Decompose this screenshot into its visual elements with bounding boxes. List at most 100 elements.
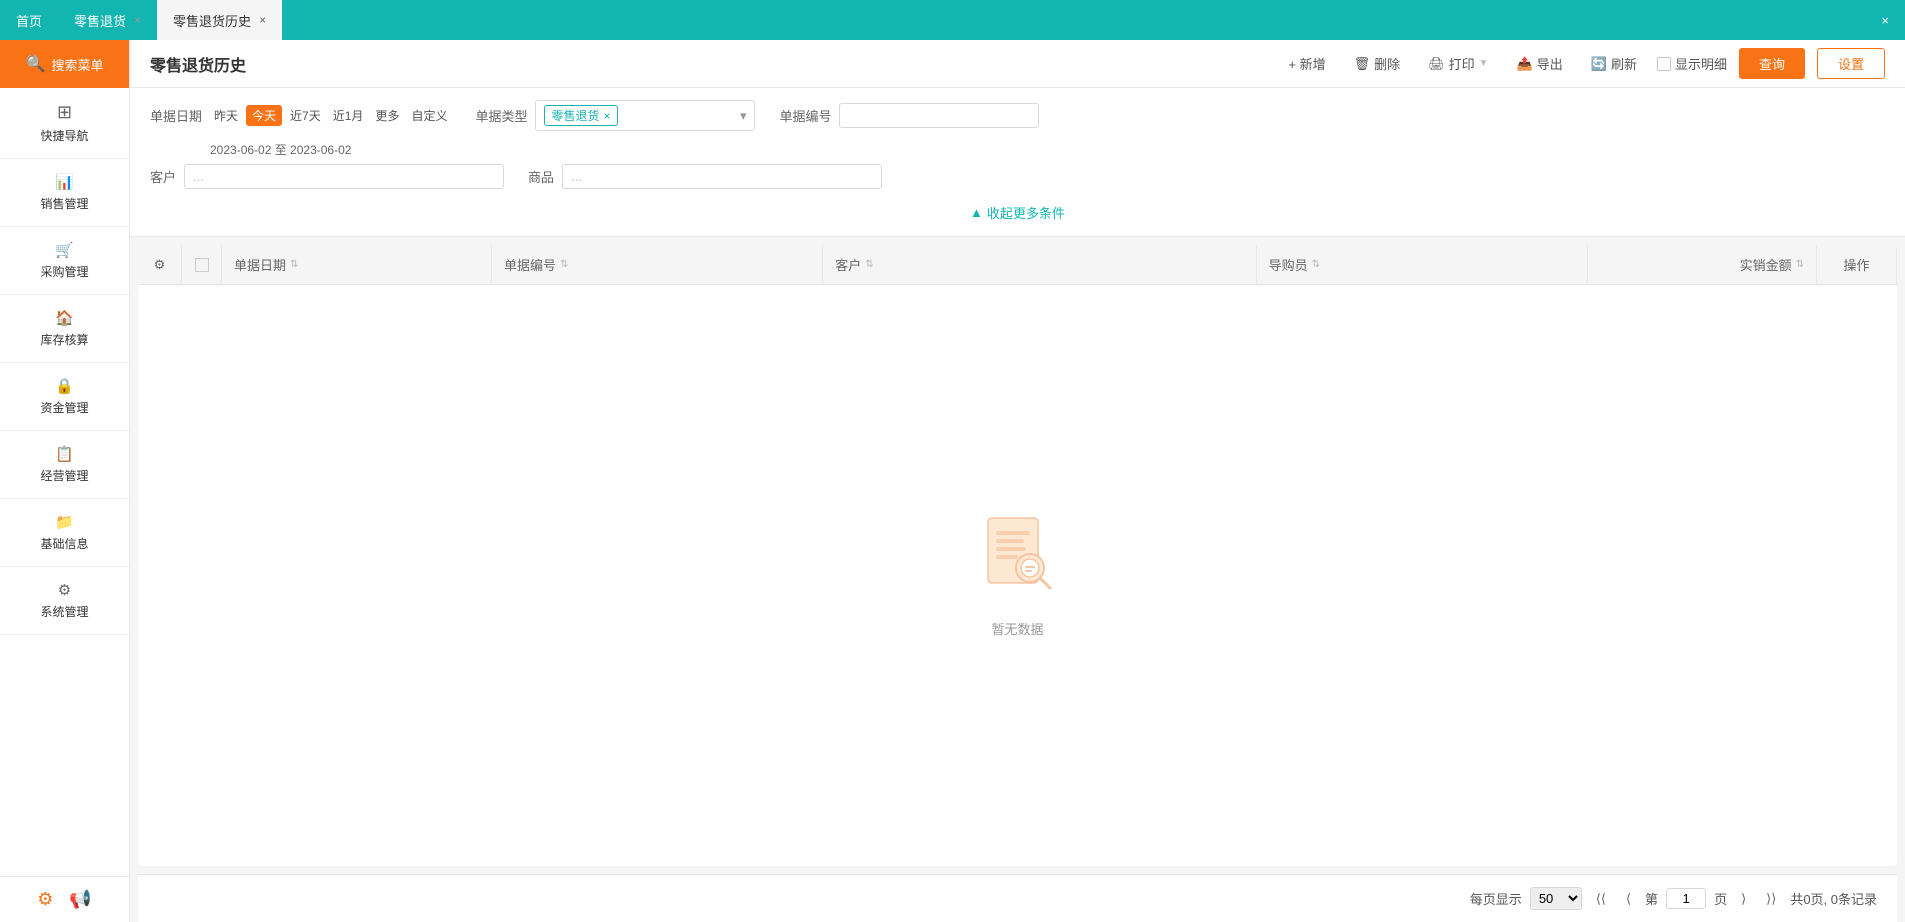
sidebar-bottom: ⚙ 📢 — [0, 876, 129, 922]
tab-return[interactable]: 零售退货 × — [58, 0, 157, 40]
sidebar-item-sales[interactable]: 📊 销售管理 — [0, 159, 129, 227]
tab-home[interactable]: 首页 — [0, 0, 58, 40]
finance-icon: 🔒 — [55, 377, 74, 395]
system-icon: ⚙ — [58, 581, 71, 599]
sidebar-item-operation[interactable]: 📋 经营管理 — [0, 431, 129, 499]
page-title: 零售退货历史 — [150, 52, 246, 76]
export-button[interactable]: 📤 导出 — [1509, 50, 1571, 77]
new-button[interactable]: + 新增 — [1280, 50, 1333, 77]
order-num-filter: 单据编号 — [779, 103, 1039, 128]
th-action: 操作 — [1817, 245, 1897, 284]
type-filter: 单据类型 零售退货 × ▾ — [475, 100, 755, 131]
next-page-icon[interactable]: ⟩ — [1735, 889, 1752, 909]
total-info: 共0页, 0条记录 — [1790, 889, 1877, 908]
order-num-input[interactable] — [839, 103, 1039, 128]
th-date[interactable]: 单据日期 ⇅ — [222, 245, 492, 284]
sidebar-item-purchase[interactable]: 🛒 采购管理 — [0, 227, 129, 295]
page-label: 第 — [1645, 889, 1658, 908]
guide-sort-icon: ⇅ — [1312, 259, 1320, 270]
search-icon: 🔍 — [26, 54, 46, 74]
show-detail-checkbox[interactable]: 显示明细 — [1657, 54, 1727, 73]
collapse-filter-button[interactable]: ▲ 收起更多条件 — [954, 199, 1081, 226]
page-actions: + 新增 🗑 删除 🖨 打印 ▼ 📤 导出 🔄 刷新 — [1280, 48, 1885, 79]
close-all-button[interactable]: × — [1881, 13, 1905, 28]
sidebar-item-inventory[interactable]: 🏠 库存核算 — [0, 295, 129, 363]
filter-row-2: 客户 ... 商品 ... — [150, 164, 1885, 189]
print-icon: 🖨 — [1428, 56, 1445, 72]
export-icon: 📤 — [1517, 56, 1533, 72]
date-filter: 单据日期 昨天 今天 近7天 近1月 更多 自定义 — [150, 105, 451, 126]
sidebar-item-finance[interactable]: 🔒 资金管理 — [0, 363, 129, 431]
inventory-icon: 🏠 — [55, 309, 74, 327]
speaker-icon[interactable]: 📢 — [69, 889, 91, 910]
purchase-icon: 🛒 — [55, 241, 74, 259]
product-filter: 商品 ... — [528, 164, 882, 189]
th-settings[interactable]: ⚙ — [138, 245, 182, 284]
num-sort-icon: ⇅ — [560, 259, 568, 270]
basic-icon: 📁 — [55, 513, 74, 531]
refresh-button[interactable]: 🔄 刷新 — [1583, 50, 1645, 77]
page-number-input[interactable] — [1666, 888, 1706, 909]
first-page-icon[interactable]: ⟨⟨ — [1590, 889, 1612, 909]
table-area: ⚙ 单据日期 ⇅ 单据编号 ⇅ 客户 ⇅ 导购员 — [138, 245, 1897, 866]
th-customer[interactable]: 客户 ⇅ — [823, 245, 1256, 284]
th-checkbox[interactable] — [182, 245, 222, 284]
content-area: 零售退货历史 + 新增 🗑 删除 🖨 打印 ▼ 📤 导出 — [130, 40, 1905, 922]
customer-filter: 客户 ... — [150, 164, 504, 189]
th-guide[interactable]: 导购员 ⇅ — [1257, 245, 1588, 284]
date-btn-more[interactable]: 更多 — [371, 105, 403, 126]
empty-illustration — [978, 513, 1058, 603]
close-return-history-tab-icon[interactable]: × — [259, 13, 266, 27]
empty-state: 暂无数据 — [138, 285, 1897, 866]
quick-nav-icon: ⊞ — [57, 102, 72, 123]
close-return-tab-icon[interactable]: × — [134, 13, 141, 27]
delete-icon: 🗑 — [1354, 56, 1371, 72]
filter-row-1: 单据日期 昨天 今天 近7天 近1月 更多 自定义 单据类型 — [150, 100, 1885, 131]
sidebar-item-basic[interactable]: 📁 基础信息 — [0, 499, 129, 567]
customer-input[interactable]: ... — [184, 164, 504, 189]
customer-sort-icon: ⇅ — [865, 259, 873, 270]
collapse-icon: ▲ — [970, 205, 983, 220]
th-amount[interactable]: 实销金额 ⇅ — [1588, 245, 1817, 284]
type-tag-remove-icon[interactable]: × — [603, 109, 610, 123]
date-range-display: 2023-06-02 至 2023-06-02 — [210, 143, 351, 157]
operation-icon: 📋 — [55, 445, 74, 463]
per-page-select[interactable]: 50 10 20 100 — [1530, 887, 1582, 910]
top-bar: 首页 零售退货 × 零售退货历史 × × — [0, 0, 1905, 40]
gear-icon: ⚙ — [154, 257, 166, 273]
tab-return-history[interactable]: 零售退货历史 × — [157, 0, 282, 40]
settings-icon[interactable]: ⚙ — [37, 889, 53, 910]
main-layout: 🔍 搜索菜单 ⊞ 快捷导航 📊 销售管理 🛒 采购管理 🏠 库存核算 🔒 资金管… — [0, 40, 1905, 922]
print-button[interactable]: 🖨 打印 ▼ — [1420, 50, 1496, 77]
sidebar-item-system[interactable]: ⚙ 系统管理 — [0, 567, 129, 635]
date-btn-custom[interactable]: 自定义 — [407, 105, 451, 126]
refresh-icon: 🔄 — [1591, 56, 1607, 72]
sidebar-item-quick-nav[interactable]: ⊞ 快捷导航 — [0, 88, 129, 159]
delete-button[interactable]: 🗑 删除 — [1346, 50, 1409, 77]
th-num[interactable]: 单据编号 ⇅ — [492, 245, 823, 284]
type-select[interactable]: 零售退货 × ▾ — [535, 100, 755, 131]
date-filter-buttons: 昨天 今天 近7天 近1月 更多 自定义 — [210, 105, 451, 126]
type-select-arrow-icon: ▾ — [740, 108, 747, 124]
date-btn-1month[interactable]: 近1月 — [329, 105, 368, 126]
date-btn-today[interactable]: 今天 — [246, 105, 282, 126]
query-button[interactable]: 查询 — [1739, 48, 1805, 79]
settings-button[interactable]: 设置 — [1817, 48, 1885, 79]
filter-area: 单据日期 昨天 今天 近7天 近1月 更多 自定义 单据类型 — [130, 88, 1905, 237]
date-btn-yesterday[interactable]: 昨天 — [210, 105, 242, 126]
sidebar: 🔍 搜索菜单 ⊞ 快捷导航 📊 销售管理 🛒 采购管理 🏠 库存核算 🔒 资金管… — [0, 40, 130, 922]
prev-page-icon[interactable]: ⟨ — [1620, 889, 1637, 909]
select-all-checkbox[interactable] — [195, 258, 209, 272]
sales-icon: 📊 — [55, 173, 74, 191]
amount-sort-icon: ⇅ — [1796, 259, 1804, 270]
per-page-label: 每页显示 — [1470, 889, 1522, 908]
page-header: 零售退货历史 + 新增 🗑 删除 🖨 打印 ▼ 📤 导出 — [130, 40, 1905, 88]
pagination: 每页显示 50 10 20 100 ⟨⟨ ⟨ 第 页 ⟩ ⟩⟩ 共0页, 0条记… — [138, 874, 1897, 922]
type-tag-return: 零售退货 × — [544, 105, 617, 126]
date-btn-7days[interactable]: 近7天 — [286, 105, 325, 126]
detail-checkbox-input[interactable] — [1657, 57, 1671, 71]
sidebar-search[interactable]: 🔍 搜索菜单 — [0, 40, 129, 88]
last-page-icon[interactable]: ⟩⟩ — [1760, 889, 1782, 909]
print-arrow-icon: ▼ — [1479, 58, 1489, 69]
product-input[interactable]: ... — [562, 164, 882, 189]
